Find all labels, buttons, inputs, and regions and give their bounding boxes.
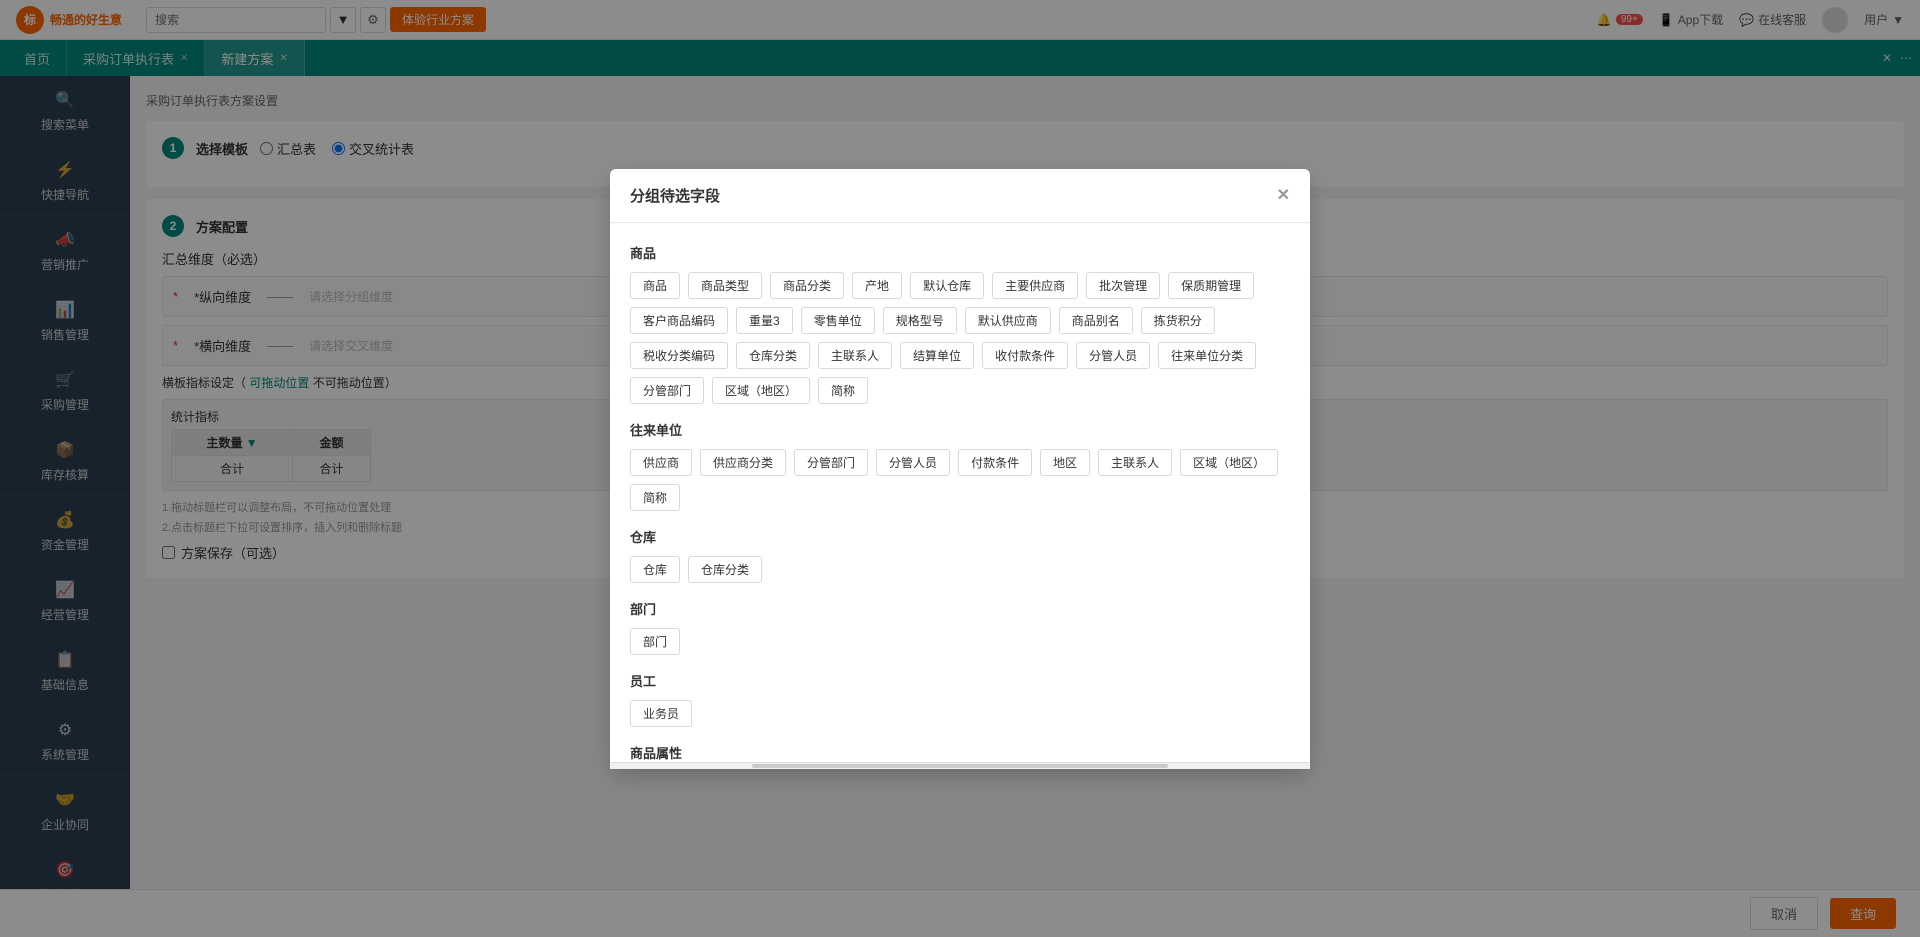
- field-selection-modal: 分组待选字段 ✕ 商品 商品 商品类型 商品分类 产地 默认仓库 主要供应商 批…: [610, 169, 1310, 769]
- section-title-dept: 部门: [630, 599, 1290, 618]
- field-tag-pay-terms[interactable]: 付款条件: [958, 449, 1032, 476]
- field-tag-wh-category[interactable]: 仓库分类: [688, 556, 762, 583]
- section-title-product-attr: 商品属性: [630, 743, 1290, 762]
- field-tag-department[interactable]: 部门: [630, 628, 680, 655]
- field-tags-warehouse: 仓库 仓库分类: [630, 556, 1290, 583]
- field-tags-goods: 商品 商品类型 商品分类 产地 默认仓库 主要供应商 批次管理 保质期管理 客户…: [630, 272, 1290, 404]
- modal-title: 分组待选字段: [630, 185, 720, 206]
- field-tag-partner-dept[interactable]: 分管部门: [794, 449, 868, 476]
- section-title-employee: 员工: [630, 671, 1290, 690]
- field-tag-partner-contact[interactable]: 主联系人: [1098, 449, 1172, 476]
- field-tag-partner-manager[interactable]: 分管人员: [876, 449, 950, 476]
- field-tag-abbr[interactable]: 简称: [818, 377, 868, 404]
- field-tag-goods[interactable]: 商品: [630, 272, 680, 299]
- field-tags-dept: 部门: [630, 628, 1290, 655]
- field-tag-area[interactable]: 地区: [1040, 449, 1090, 476]
- field-tag-spec[interactable]: 规格型号: [883, 307, 957, 334]
- section-title-goods: 商品: [630, 243, 1290, 262]
- field-tag-main-contact[interactable]: 主联系人: [818, 342, 892, 369]
- hscrollbar-thumb: [752, 764, 1167, 768]
- field-tag-origin[interactable]: 产地: [852, 272, 902, 299]
- field-tag-tax-code[interactable]: 税收分类编码: [630, 342, 728, 369]
- field-tag-salesperson[interactable]: 业务员: [630, 700, 692, 727]
- field-tag-customer-code[interactable]: 客户商品编码: [630, 307, 728, 334]
- modal-body[interactable]: 商品 商品 商品类型 商品分类 产地 默认仓库 主要供应商 批次管理 保质期管理…: [610, 223, 1310, 762]
- field-tag-region[interactable]: 区域（地区）: [712, 377, 810, 404]
- field-tag-partner-category[interactable]: 往来单位分类: [1158, 342, 1256, 369]
- section-title-partner: 往来单位: [630, 420, 1290, 439]
- field-tag-partner-region[interactable]: 区域（地区）: [1180, 449, 1278, 476]
- field-tag-weight[interactable]: 重量3: [736, 307, 793, 334]
- field-tag-default-warehouse[interactable]: 默认仓库: [910, 272, 984, 299]
- field-tag-default-supplier[interactable]: 默认供应商: [965, 307, 1051, 334]
- modal-close-btn[interactable]: ✕: [1277, 185, 1290, 205]
- field-tag-batch[interactable]: 批次管理: [1086, 272, 1160, 299]
- field-tag-warehouse-category[interactable]: 仓库分类: [736, 342, 810, 369]
- field-tag-partner-abbr[interactable]: 简称: [630, 484, 680, 511]
- field-tags-partner: 供应商 供应商分类 分管部门 分管人员 付款条件 地区 主联系人 区域（地区） …: [630, 449, 1290, 511]
- field-tag-pick-points[interactable]: 拣货积分: [1141, 307, 1215, 334]
- field-tag-supplier-category[interactable]: 供应商分类: [700, 449, 786, 476]
- field-tag-manager[interactable]: 分管人员: [1076, 342, 1150, 369]
- field-tag-main-supplier[interactable]: 主要供应商: [992, 272, 1078, 299]
- field-tag-warehouse[interactable]: 仓库: [630, 556, 680, 583]
- field-tag-settlement[interactable]: 结算单位: [900, 342, 974, 369]
- field-tag-payment-terms[interactable]: 收付款条件: [982, 342, 1068, 369]
- field-tag-goods-type[interactable]: 商品类型: [688, 272, 762, 299]
- field-tag-supplier[interactable]: 供应商: [630, 449, 692, 476]
- section-title-warehouse: 仓库: [630, 527, 1290, 546]
- modal-header: 分组待选字段 ✕: [610, 169, 1310, 223]
- field-tags-employee: 业务员: [630, 700, 1290, 727]
- field-tag-dept[interactable]: 分管部门: [630, 377, 704, 404]
- modal-hscrollbar[interactable]: [610, 762, 1310, 769]
- field-tag-goods-category[interactable]: 商品分类: [770, 272, 844, 299]
- modal-overlay: 分组待选字段 ✕ 商品 商品 商品类型 商品分类 产地 默认仓库 主要供应商 批…: [0, 0, 1920, 937]
- field-tag-goods-alias[interactable]: 商品别名: [1059, 307, 1133, 334]
- field-tag-expiry[interactable]: 保质期管理: [1168, 272, 1254, 299]
- field-tag-retail-unit[interactable]: 零售单位: [801, 307, 875, 334]
